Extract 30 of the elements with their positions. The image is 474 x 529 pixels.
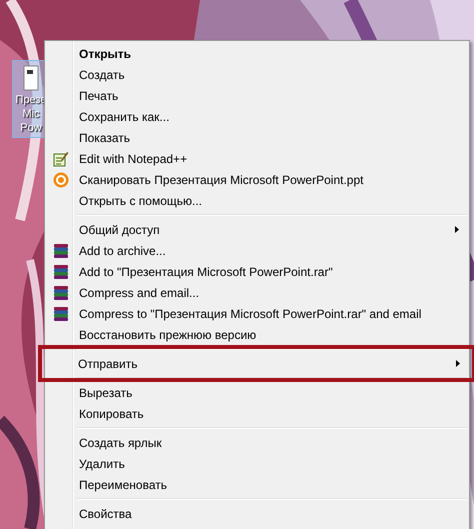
menu-item[interactable]: Отправить bbox=[46, 353, 468, 374]
menu-item[interactable]: Создать ярлык bbox=[47, 432, 467, 453]
menu-item[interactable]: Показать bbox=[47, 127, 467, 148]
menu-item[interactable]: Add to archive... bbox=[47, 240, 467, 261]
books-icon bbox=[53, 284, 69, 300]
books-icon bbox=[53, 242, 69, 258]
menu-item[interactable]: Edit with Notepad++ bbox=[47, 148, 467, 169]
document-icon bbox=[23, 65, 39, 91]
books-icon bbox=[53, 306, 69, 322]
menu-item[interactable]: Свойства bbox=[47, 503, 467, 524]
scan-icon bbox=[53, 172, 69, 188]
menu-item[interactable]: Восстановить прежнюю версию bbox=[47, 324, 467, 345]
books-icon bbox=[53, 264, 69, 280]
menu-item[interactable]: Печать bbox=[47, 85, 467, 106]
menu-item[interactable]: Сохранить как... bbox=[47, 106, 467, 127]
icon-label: Pow bbox=[20, 121, 42, 135]
menu-item[interactable]: Копировать bbox=[47, 403, 467, 424]
notepad-icon bbox=[53, 150, 69, 166]
menu-item[interactable]: Вырезать bbox=[47, 382, 467, 403]
menu-item[interactable]: Общий доступ bbox=[47, 219, 467, 240]
icon-label: Mic bbox=[22, 107, 40, 121]
menu-item[interactable]: Переименовать bbox=[47, 474, 467, 495]
menu-item[interactable]: Сканировать Презентация Microsoft PowerPoint.ppt bbox=[47, 169, 467, 190]
menu-item[interactable]: Открыть с помощью... bbox=[47, 190, 467, 211]
menu-item[interactable]: Удалить bbox=[47, 453, 467, 474]
menu-item[interactable]: Compress to "Презентация Microsoft PowerPoint.rar" and email bbox=[47, 303, 467, 324]
menu-item[interactable]: Compress and email... bbox=[47, 282, 467, 303]
menu-item[interactable]: Открыть bbox=[47, 43, 467, 64]
menu-item[interactable]: Add to "Презентация Microsoft PowerPoint.rar" bbox=[47, 261, 467, 282]
menu-item[interactable]: Создать bbox=[47, 64, 467, 85]
